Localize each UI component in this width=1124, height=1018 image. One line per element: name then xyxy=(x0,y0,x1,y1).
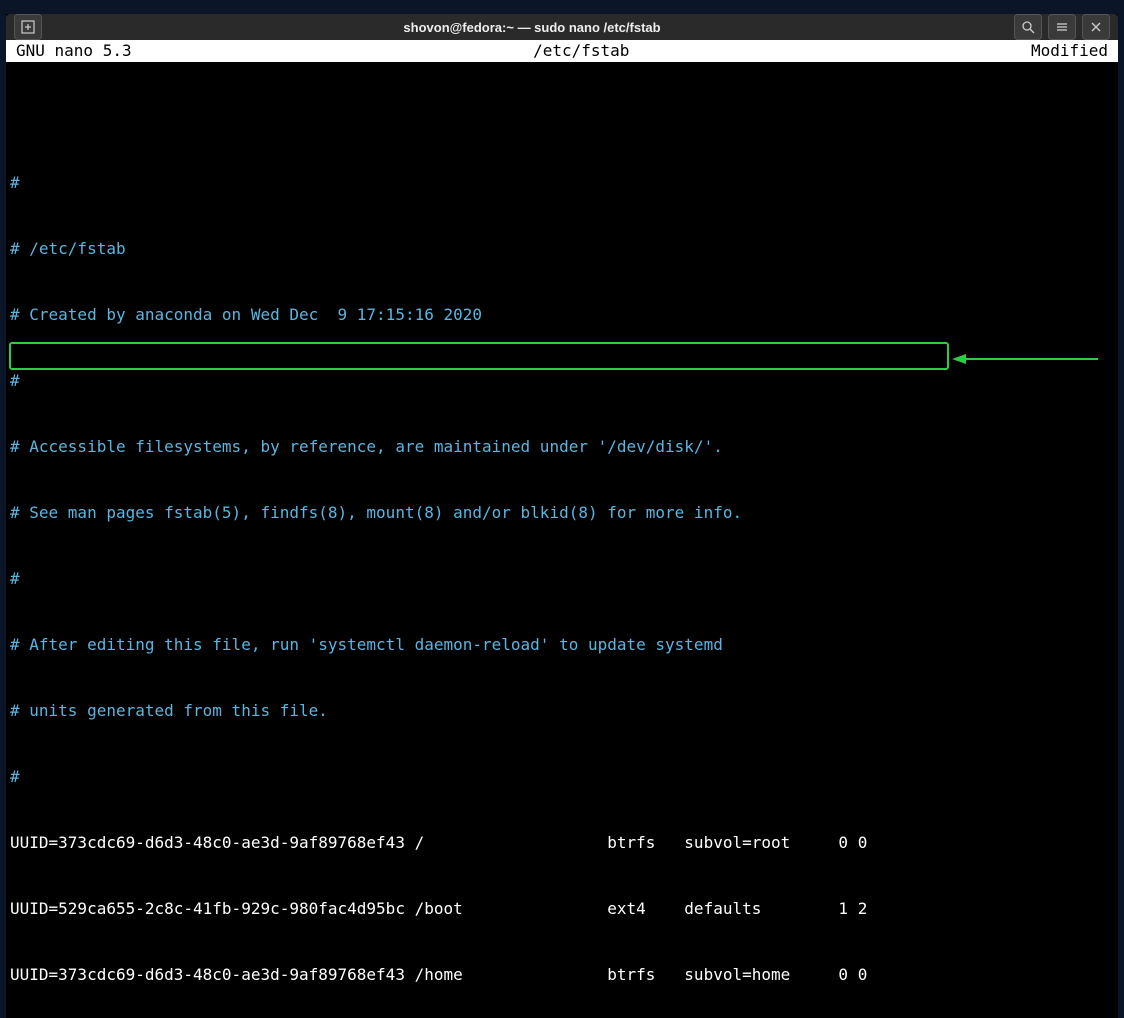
search-icon xyxy=(1021,20,1035,34)
comment-line: # xyxy=(6,568,1118,590)
nano-modified-flag: Modified xyxy=(1031,40,1108,62)
window-title: shovon@fedora:~ — sudo nano /etc/fstab xyxy=(50,20,1014,35)
comment-line: # /etc/fstab xyxy=(6,238,1118,260)
titlebar: shovon@fedora:~ — sudo nano /etc/fstab xyxy=(6,14,1118,40)
fstab-entry: UUID=373cdc69-d6d3-48c0-ae3d-9af89768ef4… xyxy=(6,964,1118,986)
hamburger-icon xyxy=(1055,20,1069,34)
nano-file-path: /etc/fstab xyxy=(132,40,1031,62)
comment-line: # xyxy=(6,370,1118,392)
nano-app-name: GNU nano 5.3 xyxy=(16,40,132,62)
comment-line: # After editing this file, run 'systemct… xyxy=(6,634,1118,656)
editor-area[interactable]: # # /etc/fstab # Created by anaconda on … xyxy=(6,62,1118,1018)
comment-line: # xyxy=(6,172,1118,194)
fstab-entry: UUID=529ca655-2c8c-41fb-929c-980fac4d95b… xyxy=(6,898,1118,920)
nano-statusbar: GNU nano 5.3 /etc/fstab Modified xyxy=(6,40,1118,62)
comment-line: # Created by anaconda on Wed Dec 9 17:15… xyxy=(6,304,1118,326)
annotation-arrow-icon xyxy=(952,353,1098,365)
annotation-highlight xyxy=(9,342,949,370)
comment-line: # units generated from this file. xyxy=(6,700,1118,722)
comment-line: # See man pages fstab(5), findfs(8), mou… xyxy=(6,502,1118,524)
terminal-window: shovon@fedora:~ — sudo nano /etc/fstab xyxy=(6,14,1118,495)
comment-line: # Accessible filesystems, by reference, … xyxy=(6,436,1118,458)
menu-button[interactable] xyxy=(1048,14,1076,40)
new-tab-button[interactable] xyxy=(14,14,42,40)
fstab-entry: UUID=373cdc69-d6d3-48c0-ae3d-9af89768ef4… xyxy=(6,832,1118,854)
close-button[interactable] xyxy=(1082,14,1110,40)
new-tab-icon xyxy=(21,20,35,34)
close-icon xyxy=(1090,21,1102,33)
search-button[interactable] xyxy=(1014,14,1042,40)
comment-line: # xyxy=(6,766,1118,788)
